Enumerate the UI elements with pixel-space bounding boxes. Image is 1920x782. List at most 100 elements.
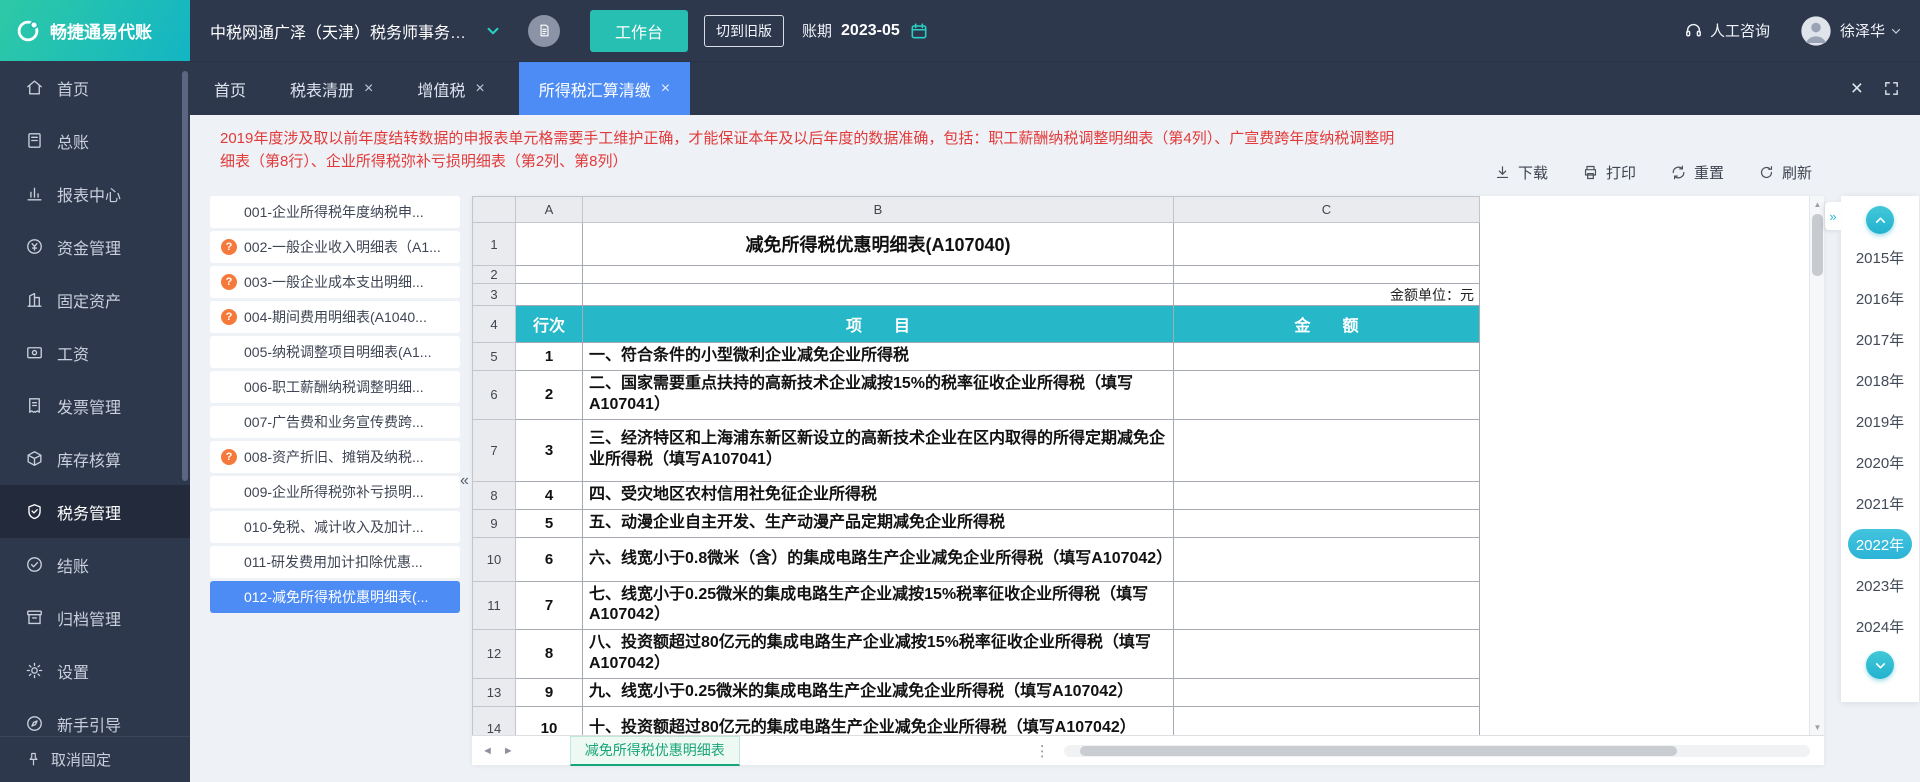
- sheet-tab[interactable]: 减免所得税优惠明细表: [569, 735, 740, 766]
- help-icon[interactable]: ?: [221, 274, 237, 290]
- switch-old-version-button[interactable]: 切到旧版: [704, 14, 785, 47]
- row-header[interactable]: 10: [472, 536, 516, 582]
- line-no-cell[interactable]: 3: [515, 418, 583, 482]
- amount-cell[interactable]: [1173, 705, 1480, 735]
- close-all-tabs-icon[interactable]: ×: [1851, 78, 1863, 99]
- scroll-up-icon[interactable]: ▲: [1810, 197, 1825, 211]
- tab-home[interactable]: 首页: [194, 62, 266, 115]
- sidebar-item-invoice[interactable]: 发票管理: [0, 379, 190, 432]
- list-item[interactable]: ? 002-一般企业收入明细表（A1...: [210, 231, 460, 263]
- year-item[interactable]: 2015年: [1848, 237, 1912, 278]
- sidebar-item-closing[interactable]: 结账: [0, 538, 190, 591]
- item-cell[interactable]: 一、符合条件的小型微利企业减免企业所得税: [582, 342, 1174, 371]
- row-header[interactable]: 13: [472, 677, 516, 707]
- item-cell[interactable]: 四、受灾地区农村信用社免征企业所得税: [582, 480, 1174, 510]
- tab-close-icon[interactable]: ×: [475, 80, 484, 98]
- item-cell[interactable]: 八、投资额超过80亿元的集成电路生产企业减按15%税率征收企业所得税（填写A10…: [582, 629, 1174, 679]
- document-badge-button[interactable]: [528, 14, 560, 47]
- avatar[interactable]: [1800, 15, 1832, 47]
- line-no-cell[interactable]: 5: [515, 508, 583, 538]
- amount-cell[interactable]: [1173, 629, 1480, 679]
- list-item[interactable]: 009-企业所得税弥补亏损明...: [210, 476, 460, 508]
- amount-cell[interactable]: [1173, 418, 1480, 482]
- user-caret-icon[interactable]: [1890, 25, 1902, 37]
- line-no-cell[interactable]: 10: [515, 705, 583, 735]
- row-header[interactable]: 5: [472, 342, 516, 371]
- tab-tax-register[interactable]: 税表清册 ×: [270, 62, 393, 115]
- support-button[interactable]: 人工咨询: [1684, 20, 1770, 41]
- sidebar-item-salary[interactable]: 工资: [0, 326, 190, 379]
- year-item[interactable]: 2016年: [1848, 278, 1912, 319]
- sheet-tab-prev-icon[interactable]: ◄: [482, 745, 493, 757]
- cell[interactable]: [515, 222, 583, 266]
- calendar-icon[interactable]: [909, 21, 929, 41]
- cell[interactable]: [1173, 222, 1480, 266]
- year-item[interactable]: 2021年: [1848, 483, 1912, 524]
- list-item[interactable]: 007-广告费和业务宣传费跨...: [210, 406, 460, 438]
- row-header[interactable]: 6: [472, 370, 516, 420]
- row-header[interactable]: 14: [472, 705, 516, 735]
- row-header[interactable]: 11: [472, 580, 516, 631]
- unpin-sidebar-button[interactable]: 取消固定: [0, 736, 190, 782]
- year-scroll-up-button[interactable]: [1866, 206, 1894, 234]
- list-item[interactable]: 010-免税、减计收入及加计...: [210, 511, 460, 543]
- print-button[interactable]: 打印: [1582, 162, 1636, 183]
- cell[interactable]: [582, 265, 1174, 284]
- sheet-tab-next-icon[interactable]: ►: [503, 745, 514, 757]
- row-header[interactable]: 1: [472, 222, 516, 266]
- amount-cell[interactable]: [1173, 480, 1480, 510]
- line-no-cell[interactable]: 6: [515, 536, 583, 582]
- row-header[interactable]: 12: [472, 629, 516, 679]
- sidebar-scrollbar[interactable]: [182, 71, 188, 481]
- list-item[interactable]: ? 003-一般企业成本支出明细...: [210, 266, 460, 298]
- row-header[interactable]: 3: [472, 283, 516, 306]
- list-item[interactable]: 001-企业所得税年度纳税申...: [210, 196, 460, 228]
- chevron-down-icon[interactable]: [484, 22, 502, 40]
- refresh-button[interactable]: 刷新: [1758, 162, 1812, 183]
- company-selector[interactable]: 中税网通广泽（天津）税务师事务所有...: [210, 19, 478, 43]
- row-header[interactable]: 7: [472, 418, 516, 482]
- header-line[interactable]: 行次: [515, 305, 583, 343]
- horizontal-scrollbar[interactable]: [1063, 744, 1810, 757]
- amount-cell[interactable]: [1173, 370, 1480, 420]
- sidebar-item-inventory[interactable]: 库存核算: [0, 432, 190, 485]
- period-value[interactable]: 2023-05: [841, 22, 900, 40]
- col-header[interactable]: B: [582, 196, 1174, 223]
- sidebar-item-funds[interactable]: 资金管理: [0, 220, 190, 273]
- list-item[interactable]: 005-纳税调整项目明细表(A1...: [210, 336, 460, 368]
- help-icon[interactable]: ?: [221, 239, 237, 255]
- year-item[interactable]: 2017年: [1848, 319, 1912, 360]
- sidebar-item-general-ledger[interactable]: 总账: [0, 114, 190, 167]
- item-cell[interactable]: 二、国家需要重点扶持的高新技术企业减按15%的税率征收企业所得税（填写A1070…: [582, 370, 1174, 420]
- list-item[interactable]: ? 004-期间费用明细表(A1040...: [210, 301, 460, 333]
- line-no-cell[interactable]: 2: [515, 370, 583, 420]
- amount-cell[interactable]: [1173, 508, 1480, 538]
- cell[interactable]: [515, 283, 583, 306]
- workbench-button[interactable]: 工作台: [590, 9, 689, 52]
- amount-cell[interactable]: [1173, 536, 1480, 582]
- help-icon[interactable]: ?: [221, 309, 237, 325]
- download-button[interactable]: 下载: [1494, 162, 1548, 183]
- header-amount[interactable]: 金 额: [1173, 305, 1480, 343]
- row-header[interactable]: 2: [472, 265, 516, 284]
- list-item-active[interactable]: 012-减免所得税优惠明细表(...: [210, 581, 460, 613]
- collapse-list-icon[interactable]: «: [457, 462, 472, 500]
- year-item[interactable]: 2023年: [1848, 565, 1912, 606]
- year-item[interactable]: 2018年: [1848, 360, 1912, 401]
- line-no-cell[interactable]: 4: [515, 480, 583, 510]
- more-options-icon[interactable]: ⋮: [1035, 742, 1050, 760]
- sheet-title[interactable]: 减免所得税优惠明细表(A107040): [582, 222, 1174, 266]
- reset-button[interactable]: 重置: [1670, 162, 1724, 183]
- tab-close-icon[interactable]: ×: [661, 80, 670, 98]
- sidebar-item-archive[interactable]: 归档管理: [0, 591, 190, 644]
- year-item[interactable]: 2020年: [1848, 442, 1912, 483]
- tab-income-tax-settlement[interactable]: 所得税汇算清缴 ×: [518, 62, 691, 115]
- sheet-grid[interactable]: A B C 1 减免所得税优惠明细表(A107040) 2 3 金额单位：元 4…: [472, 196, 1809, 735]
- line-no-cell[interactable]: 7: [515, 580, 583, 631]
- sidebar-item-report-center[interactable]: 报表中心: [0, 167, 190, 220]
- tab-vat[interactable]: 增值税 ×: [397, 62, 504, 115]
- list-item[interactable]: 011-研发费用加计扣除优惠...: [210, 546, 460, 578]
- list-item[interactable]: 006-职工薪酬纳税调整明细...: [210, 371, 460, 403]
- year-item-active[interactable]: 2022年: [1848, 529, 1912, 559]
- cell[interactable]: [515, 265, 583, 284]
